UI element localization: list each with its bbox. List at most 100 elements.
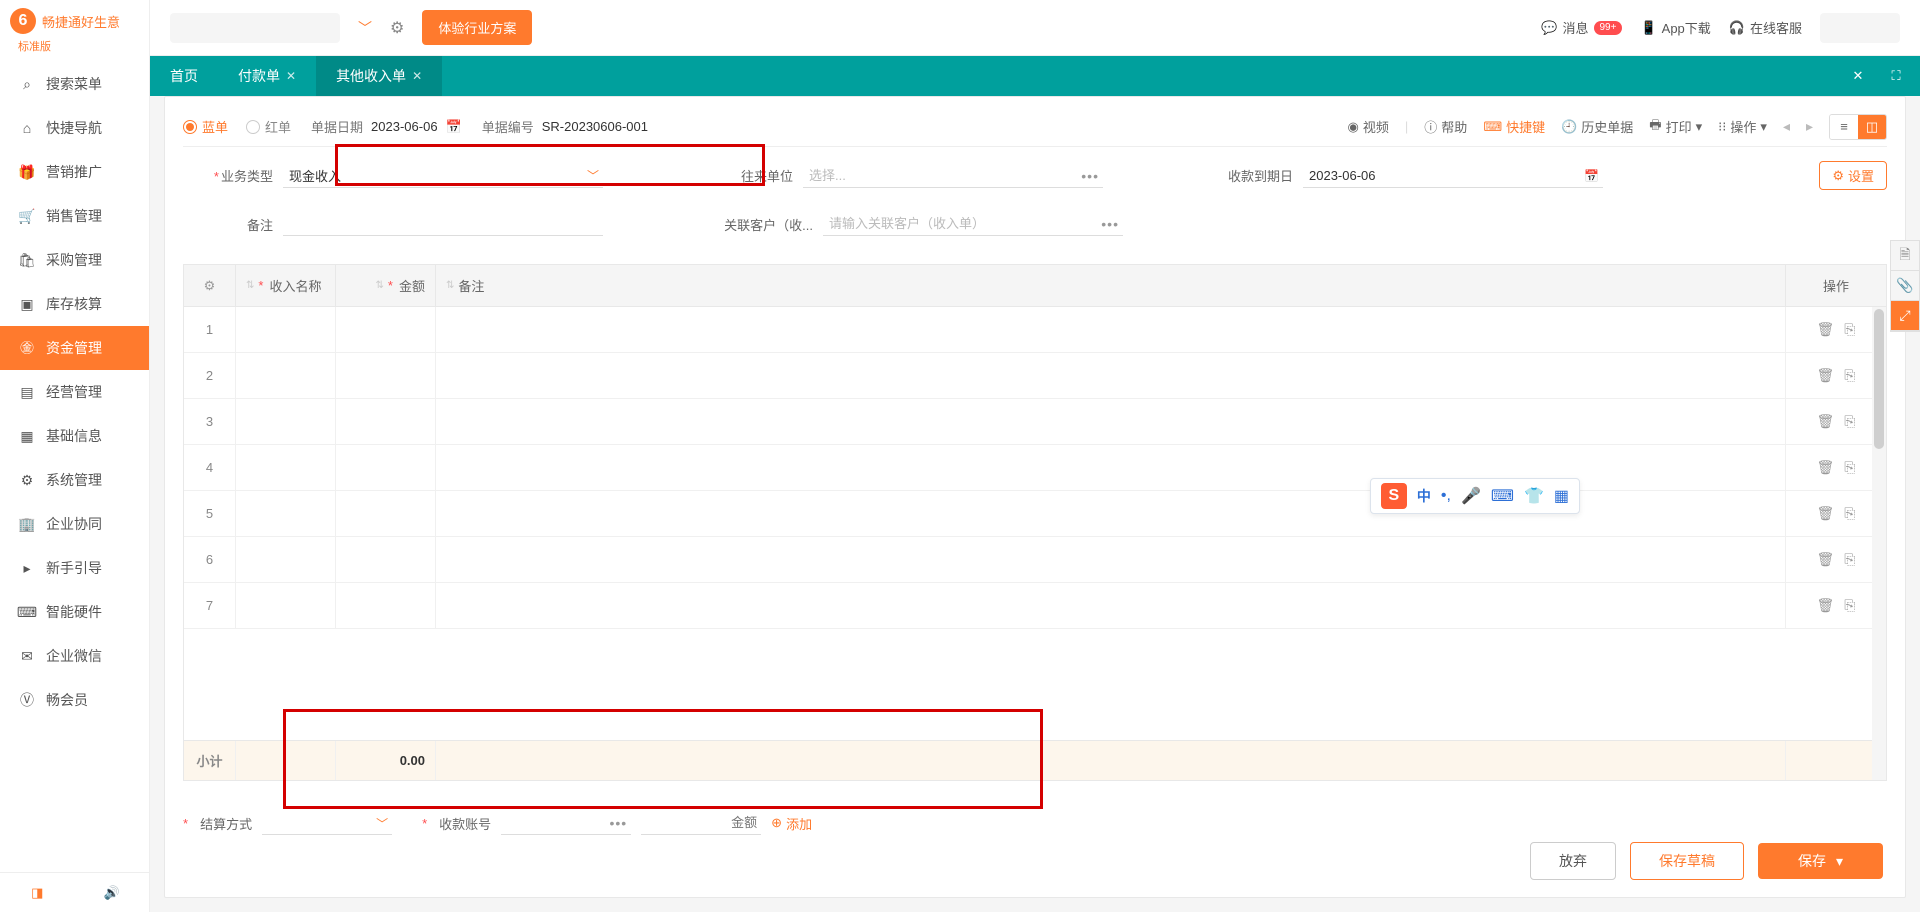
col-remark[interactable]: ⇅备注 xyxy=(436,265,1786,306)
ime-keyboard-icon[interactable]: ⌨ xyxy=(1491,486,1514,506)
building-icon: 🏢 xyxy=(18,515,36,533)
next-button[interactable]: ▸ xyxy=(1806,118,1813,135)
delete-icon[interactable]: 🗑 xyxy=(1817,505,1835,522)
save-button[interactable]: 保存▾ xyxy=(1758,843,1883,879)
chevron-down-icon[interactable]: ﹀ xyxy=(358,18,372,38)
sidebar-item-funds[interactable]: ㊎资金管理 xyxy=(0,326,149,370)
col-income-name[interactable]: ⇅*收入名称 xyxy=(236,265,336,306)
sidebar-item-wechat[interactable]: ✉企业微信 xyxy=(0,634,149,678)
calendar-icon[interactable]: 📅 xyxy=(446,119,462,135)
table-row[interactable]: 5🗑⎘ xyxy=(184,491,1886,537)
radio-blue-bill[interactable]: 蓝单 xyxy=(183,117,228,136)
copy-icon[interactable]: ⎘ xyxy=(1844,551,1855,568)
table-row[interactable]: 6🗑⎘ xyxy=(184,537,1886,583)
copy-icon[interactable]: ⎘ xyxy=(1844,321,1855,338)
sidebar-item-search[interactable]: ⌕搜索菜单 xyxy=(0,62,149,106)
view-form-button[interactable]: ◫ xyxy=(1858,115,1886,139)
view-list-button[interactable]: ≡ xyxy=(1830,115,1858,139)
trial-button[interactable]: 体验行业方案 xyxy=(422,10,532,45)
video-link[interactable]: ◉视频 xyxy=(1348,117,1389,136)
sound-button[interactable]: 🔊 xyxy=(75,873,150,912)
hardware-icon: ⌨ xyxy=(18,603,36,621)
float-note-button[interactable]: 🗎 xyxy=(1891,241,1919,271)
remark-input[interactable] xyxy=(283,212,603,236)
save-draft-button[interactable]: 保存草稿 xyxy=(1630,842,1744,880)
due-date-input[interactable] xyxy=(1303,164,1603,188)
delete-icon[interactable]: 🗑 xyxy=(1817,321,1835,338)
sidebar-item-sales[interactable]: 🛒销售管理 xyxy=(0,194,149,238)
copy-icon[interactable]: ⎘ xyxy=(1844,413,1855,430)
help-link[interactable]: ⓘ帮助 xyxy=(1424,117,1467,136)
delete-icon[interactable]: 🗑 xyxy=(1817,459,1835,476)
ime-lang[interactable]: 中 xyxy=(1417,486,1431,506)
scrollbar[interactable] xyxy=(1872,307,1886,780)
ime-toolbar[interactable]: S 中 •, 🎤 ⌨ 👕 ▦ xyxy=(1370,478,1580,514)
sidebar-item-inventory[interactable]: ▣库存核算 xyxy=(0,282,149,326)
ime-menu-icon[interactable]: ▦ xyxy=(1554,486,1569,506)
account-input[interactable] xyxy=(501,811,631,835)
settings-icon[interactable]: ⚙ xyxy=(390,18,404,38)
radio-red-bill[interactable]: 红单 xyxy=(246,117,291,136)
online-service-link[interactable]: 🎧在线客服 xyxy=(1729,18,1802,37)
delete-icon[interactable]: 🗑 xyxy=(1817,597,1835,614)
sidebar-item-marketing[interactable]: 🎁营销推广 xyxy=(0,150,149,194)
sidebar-item-operation[interactable]: ▤经营管理 xyxy=(0,370,149,414)
tab-other-income[interactable]: 其他收入单✕ xyxy=(316,56,442,96)
settle-method-input[interactable] xyxy=(262,811,392,835)
org-selector[interactable] xyxy=(170,13,340,43)
date-value[interactable]: 2023-06-06 xyxy=(371,119,438,134)
add-settlement-button[interactable]: ⊕添加 xyxy=(771,814,812,833)
table-config-button[interactable]: ⚙ xyxy=(184,265,236,306)
sort-icon: ⇅ xyxy=(246,280,254,291)
float-attach-button[interactable]: 📎 xyxy=(1891,271,1919,301)
settings-button[interactable]: ⚙设置 xyxy=(1819,161,1887,190)
copy-icon[interactable]: ⎘ xyxy=(1844,505,1855,522)
prev-button[interactable]: ◂ xyxy=(1783,118,1790,135)
table-row[interactable]: 1🗑⎘ xyxy=(184,307,1886,353)
rel-customer-input[interactable] xyxy=(823,212,1123,236)
ime-mic-icon[interactable]: 🎤 xyxy=(1461,486,1481,506)
ime-skin-icon[interactable]: 👕 xyxy=(1524,486,1544,506)
operate-link[interactable]: ⁝⁝操作▾ xyxy=(1718,117,1767,136)
sidebar-item-quicknav[interactable]: ⌂快捷导航 xyxy=(0,106,149,150)
discard-button[interactable]: 放弃 xyxy=(1530,842,1616,880)
sidebar-item-vip[interactable]: Ⓥ畅会员 xyxy=(0,678,149,722)
tabs-right: ✕ ⛶ xyxy=(1844,62,1920,90)
col-amount[interactable]: ⇅*金额 xyxy=(336,265,436,306)
close-all-button[interactable]: ✕ xyxy=(1844,62,1872,90)
sidebar-item-enterprise[interactable]: 🏢企业协同 xyxy=(0,502,149,546)
collapse-button[interactable]: ◨ xyxy=(0,873,75,912)
fullscreen-button[interactable]: ⛶ xyxy=(1882,62,1910,90)
table-row[interactable]: 4🗑⎘ xyxy=(184,445,1886,491)
party-input[interactable] xyxy=(803,164,1103,188)
scrollbar-thumb[interactable] xyxy=(1874,309,1884,449)
delete-icon[interactable]: 🗑 xyxy=(1817,413,1835,430)
table-row[interactable]: 7🗑⎘ xyxy=(184,583,1886,629)
close-icon[interactable]: ✕ xyxy=(412,69,422,83)
float-expand-button[interactable]: ⤢ xyxy=(1891,301,1919,331)
delete-icon[interactable]: 🗑 xyxy=(1817,367,1835,384)
delete-icon[interactable]: 🗑 xyxy=(1817,551,1835,568)
app-download-link[interactable]: 📱App下载 xyxy=(1640,18,1710,37)
sidebar-item-system[interactable]: ⚙系统管理 xyxy=(0,458,149,502)
copy-icon[interactable]: ⎘ xyxy=(1844,367,1855,384)
copy-icon[interactable]: ⎘ xyxy=(1844,459,1855,476)
settle-amount-input[interactable] xyxy=(641,811,761,835)
sidebar-item-hardware[interactable]: ⌨智能硬件 xyxy=(0,590,149,634)
sidebar-item-basic[interactable]: ▦基础信息 xyxy=(0,414,149,458)
ime-punct-icon[interactable]: •, xyxy=(1441,487,1451,505)
close-icon[interactable]: ✕ xyxy=(286,69,296,83)
messages-link[interactable]: 💬消息99+ xyxy=(1541,18,1622,37)
copy-icon[interactable]: ⎘ xyxy=(1844,597,1855,614)
print-link[interactable]: 🖶打印▾ xyxy=(1649,116,1702,138)
biz-type-input[interactable] xyxy=(283,164,603,188)
history-link[interactable]: 🕘历史单据 xyxy=(1561,117,1633,136)
shortcut-link[interactable]: ⌨快捷键 xyxy=(1483,117,1545,136)
tab-payment[interactable]: 付款单✕ xyxy=(218,56,316,96)
table-row[interactable]: 3🗑⎘ xyxy=(184,399,1886,445)
user-avatar[interactable] xyxy=(1820,13,1900,43)
sidebar-item-purchase[interactable]: 🛍采购管理 xyxy=(0,238,149,282)
table-row[interactable]: 2🗑⎘ xyxy=(184,353,1886,399)
sidebar-item-guide[interactable]: ▸新手引导 xyxy=(0,546,149,590)
tab-home[interactable]: 首页 xyxy=(150,56,218,96)
